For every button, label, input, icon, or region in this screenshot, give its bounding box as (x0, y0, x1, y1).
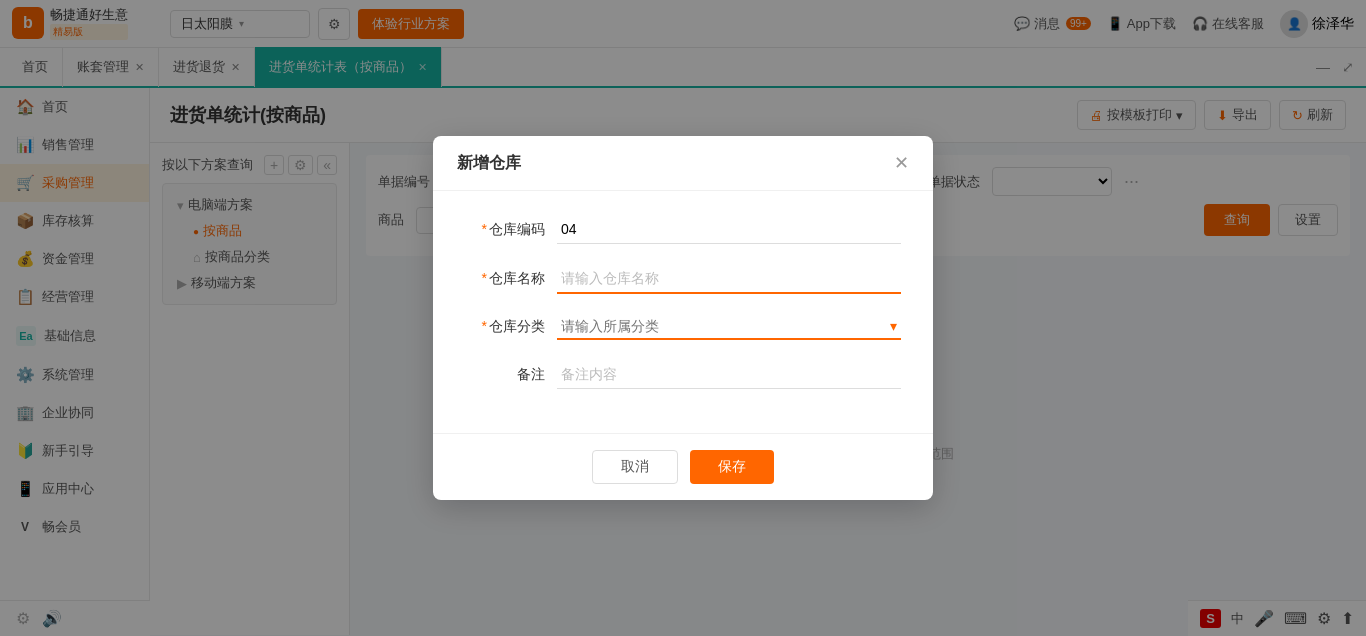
warehouse-code-label: *仓库编码 (465, 221, 545, 239)
warehouse-category-select-wrap[interactable]: ▾ (557, 314, 901, 340)
warehouse-name-input[interactable] (557, 264, 901, 294)
modal-header: 新增仓库 ✕ (433, 136, 933, 191)
modal-body: *仓库编码 *仓库名称 *仓库分类 ▾ (433, 191, 933, 433)
cancel-button[interactable]: 取消 (592, 450, 678, 484)
modal-footer: 取消 保存 (433, 433, 933, 500)
warehouse-name-label: *仓库名称 (465, 270, 545, 288)
remark-input[interactable] (557, 360, 901, 389)
modal-close-button[interactable]: ✕ (894, 152, 909, 174)
warehouse-category-input[interactable] (561, 318, 890, 334)
add-warehouse-modal: 新增仓库 ✕ *仓库编码 *仓库名称 *仓库分类 (433, 136, 933, 500)
form-row-category: *仓库分类 ▾ (465, 314, 901, 340)
form-row-name: *仓库名称 (465, 264, 901, 294)
modal-overlay: 新增仓库 ✕ *仓库编码 *仓库名称 *仓库分类 (0, 0, 1366, 636)
form-row-code: *仓库编码 (465, 215, 901, 244)
warehouse-category-label: *仓库分类 (465, 318, 545, 336)
category-dropdown-icon: ▾ (890, 318, 897, 334)
save-button[interactable]: 保存 (690, 450, 774, 484)
form-row-remark: 备注 (465, 360, 901, 389)
warehouse-code-input[interactable] (557, 215, 901, 244)
modal-title: 新增仓库 (457, 153, 521, 174)
remark-label: 备注 (465, 366, 545, 384)
